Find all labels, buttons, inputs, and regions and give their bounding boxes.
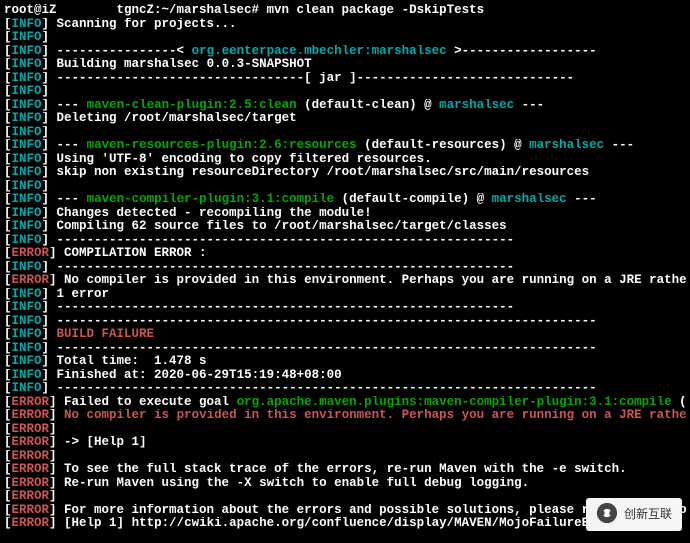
log-line: [INFO] skip non existing resourceDirecto… [4,166,686,180]
log-line: [INFO] Finished at: 2020-06-29T15:19:48+… [4,369,686,383]
log-line: [INFO] ---------------------------------… [4,261,686,275]
log-line: [ERROR] To see the full stack trace of t… [4,463,686,477]
log-line: [INFO] Deleting /root/marshalsec/target [4,112,686,126]
log-line: [INFO] ---------------------------------… [4,234,686,248]
log-line: [ERROR] For more information about the e… [4,504,686,518]
log-line: [INFO] Scanning for projects... [4,18,686,32]
log-line: [INFO] Building marshalsec 0.0.3-SNAPSHO… [4,58,686,72]
log-line: [INFO] Compiling 62 source files to /roo… [4,220,686,234]
watermark-text: 创新互联 [624,508,672,521]
watermark: 创新互联 [586,498,682,531]
log-line: [INFO] BUILD FAILURE [4,328,686,342]
log-line: [INFO] Changes detected - recompiling th… [4,207,686,221]
log-line: [ERROR] [4,423,686,437]
prompt-line: root@iZ tgncZ:~/marshalsec# mvn clean pa… [4,4,686,18]
log-line: [INFO] [4,180,686,194]
log-line: [INFO] ---------------------------------… [4,382,686,396]
log-line: [INFO] --- maven-clean-plugin:2.5:clean … [4,99,686,113]
log-line: [INFO] --- maven-compiler-plugin:3.1:com… [4,193,686,207]
log-line: [INFO] 1 error [4,288,686,302]
log-line: [INFO] Total time: 1.478 s [4,355,686,369]
log-line: [ERROR] Failed to execute goal org.apach… [4,396,686,410]
log-line: [INFO] Using 'UTF-8' encoding to copy fi… [4,153,686,167]
log-line: [ERROR] No compiler is provided in this … [4,274,686,288]
log-line: [ERROR] Re-run Maven using the -X switch… [4,477,686,491]
log-line: [INFO] [4,85,686,99]
log-line: [INFO] ---------------------------------… [4,342,686,356]
log-line: [INFO] --- maven-resources-plugin:2.6:re… [4,139,686,153]
log-line: [INFO] ---------------------------------… [4,315,686,329]
log-line: [INFO] ----------------< org.eenterpace.… [4,45,686,59]
log-line: [ERROR] No compiler is provided in this … [4,409,686,423]
log-line: [INFO] [4,31,686,45]
log-line: [ERROR] [Help 1] http://cwiki.apache.org… [4,517,686,531]
log-line: [ERROR] [4,450,686,464]
log-line: [ERROR] COMPILATION ERROR : [4,247,686,261]
log-line: [ERROR] -> [Help 1] [4,436,686,450]
watermark-logo-icon [596,502,618,527]
log-line: [INFO] ---------------------------------… [4,301,686,315]
log-line: [INFO] ---------------------------------… [4,72,686,86]
log-line: [INFO] [4,126,686,140]
log-line: [ERROR] [4,490,686,504]
